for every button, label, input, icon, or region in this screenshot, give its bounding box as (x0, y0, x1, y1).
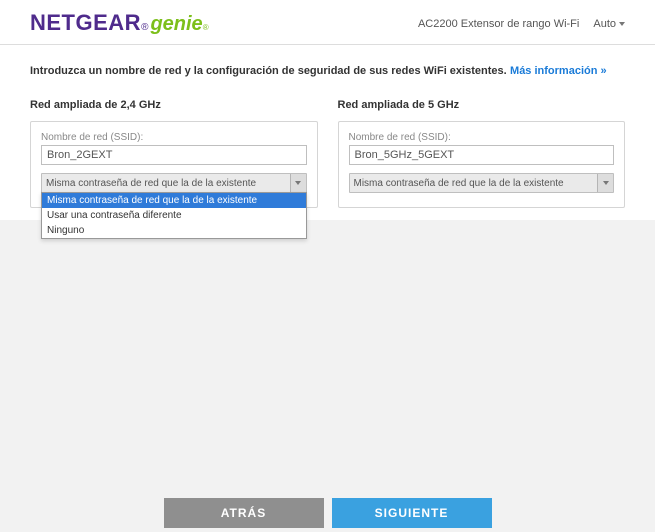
security-24-select-wrap: Misma contraseña de red que la de la exi… (41, 173, 307, 193)
back-button[interactable]: ATRÁS (164, 498, 324, 528)
next-button[interactable]: SIGUIENTE (332, 498, 492, 528)
security-5-select[interactable]: Misma contraseña de red que la de la exi… (349, 173, 615, 193)
ssid-5-label: Nombre de red (SSID): (349, 132, 615, 143)
box-24ghz: Nombre de red (SSID): Misma contraseña d… (30, 121, 318, 208)
column-5ghz-title: Red ampliada de 5 GHz (338, 99, 626, 111)
security-24-option[interactable]: Ninguno (42, 223, 306, 238)
ssid-5-input[interactable] (349, 145, 615, 165)
more-info-link[interactable]: Más información » (510, 65, 607, 77)
registered-icon: ® (141, 22, 148, 33)
column-24ghz: Red ampliada de 2,4 GHz Nombre de red (S… (30, 99, 318, 208)
security-24-value: Misma contraseña de red que la de la exi… (46, 178, 256, 189)
lower-background (0, 220, 655, 532)
registered-icon: ® (203, 23, 209, 32)
content: Introduzca un nombre de red y la configu… (0, 45, 655, 208)
device-model: AC2200 Extensor de rango Wi-Fi (418, 18, 579, 30)
chevron-down-icon (295, 181, 301, 185)
header: NETGEAR® genie® AC2200 Extensor de rango… (0, 0, 655, 44)
instruction-text: Introduzca un nombre de red y la configu… (30, 65, 507, 77)
chevron-down-icon (619, 22, 625, 26)
security-5-select-wrap: Misma contraseña de red que la de la exi… (349, 173, 615, 193)
logo-genie: genie (150, 13, 202, 36)
box-5ghz: Nombre de red (SSID): Misma contraseña d… (338, 121, 626, 208)
chevron-down-icon (603, 181, 609, 185)
instruction-row: Introduzca un nombre de red y la configu… (30, 63, 625, 77)
bottom-bar: ATRÁS SIGUIENTE (0, 498, 655, 532)
security-24-option[interactable]: Misma contraseña de red que la de la exi… (42, 193, 306, 208)
security-24-select[interactable]: Misma contraseña de red que la de la exi… (41, 173, 307, 193)
language-selector[interactable]: Auto (593, 18, 625, 30)
security-24-dropdown: Misma contraseña de red que la de la exi… (41, 192, 307, 239)
column-24ghz-title: Red ampliada de 2,4 GHz (30, 99, 318, 111)
security-5-value: Misma contraseña de red que la de la exi… (354, 178, 564, 189)
logo-netgear: NETGEAR (30, 10, 141, 36)
logo: NETGEAR® genie® (30, 10, 209, 36)
ssid-24-input[interactable] (41, 145, 307, 165)
dropdown-arrow-icon (597, 174, 613, 192)
dropdown-arrow-icon (290, 174, 306, 192)
column-5ghz: Red ampliada de 5 GHz Nombre de red (SSI… (338, 99, 626, 208)
language-label: Auto (593, 18, 616, 30)
security-24-option[interactable]: Usar una contraseña diferente (42, 208, 306, 223)
columns: Red ampliada de 2,4 GHz Nombre de red (S… (30, 99, 625, 208)
header-right: AC2200 Extensor de rango Wi-Fi Auto (418, 18, 625, 30)
ssid-24-label: Nombre de red (SSID): (41, 132, 307, 143)
